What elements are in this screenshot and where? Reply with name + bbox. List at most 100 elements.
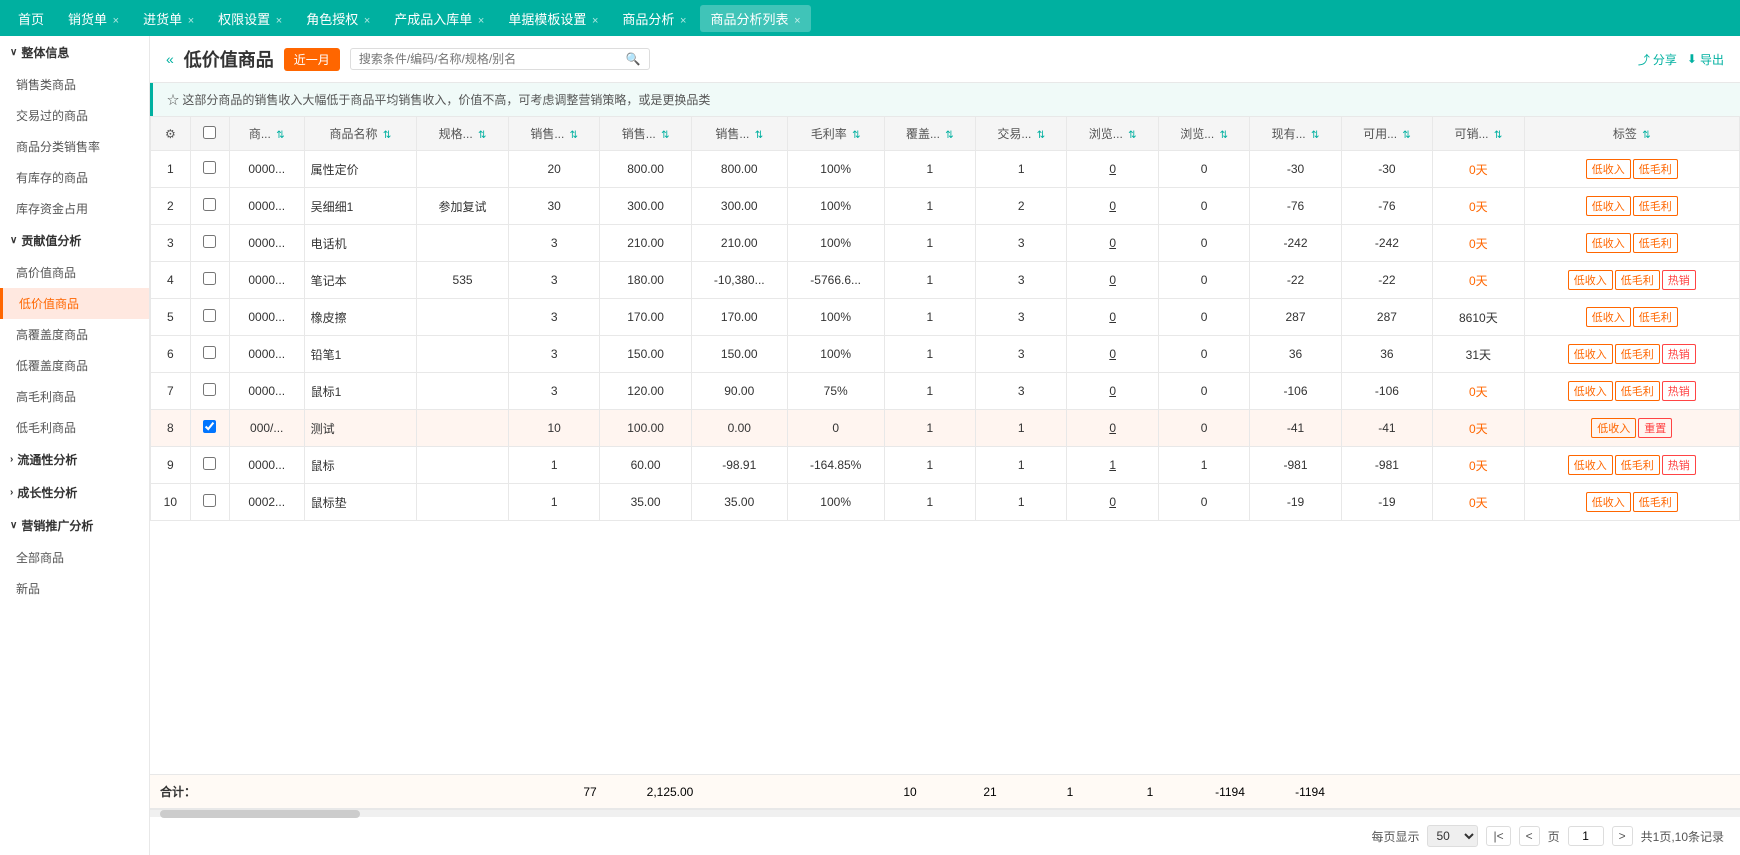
browse-link[interactable]: 0: [1109, 421, 1116, 435]
cell-browse1[interactable]: 0: [1067, 188, 1158, 225]
cell-browse1[interactable]: 0: [1067, 299, 1158, 336]
collapse-sidebar-button[interactable]: «: [166, 51, 174, 67]
sidebar-item-category-sales[interactable]: 商品分类销售率: [0, 131, 149, 162]
cell-checkbox[interactable]: [190, 151, 229, 188]
nav-home[interactable]: 首页: [8, 5, 54, 32]
select-all-checkbox[interactable]: [203, 126, 216, 139]
nav-analysis-list[interactable]: 商品分析列表 ×: [700, 5, 810, 32]
th-s2[interactable]: 销售... ⇅: [600, 117, 691, 151]
sidebar-group-growth-title[interactable]: › 成长性分析: [0, 476, 149, 509]
th-cover[interactable]: 覆盖... ⇅: [884, 117, 975, 151]
cell-checkbox[interactable]: [190, 188, 229, 225]
sidebar-item-all-products[interactable]: 全部商品: [0, 542, 149, 573]
cell-checkbox[interactable]: [190, 484, 229, 521]
sidebar-item-stock-capital[interactable]: 库存资金占用: [0, 193, 149, 224]
cell-browse1[interactable]: 0: [1067, 225, 1158, 262]
row-checkbox[interactable]: [203, 457, 216, 470]
sidebar-item-low-coverage[interactable]: 低覆盖度商品: [0, 350, 149, 381]
search-icon[interactable]: 🔍: [626, 52, 641, 66]
cell-checkbox[interactable]: [190, 262, 229, 299]
sidebar-item-stock-products[interactable]: 有库存的商品: [0, 162, 149, 193]
cell-browse1[interactable]: 1: [1067, 447, 1158, 484]
th-name[interactable]: 商品名称 ⇅: [304, 117, 417, 151]
filter-period-button[interactable]: 近一月: [284, 48, 340, 71]
row-checkbox[interactable]: [203, 383, 216, 396]
th-tags[interactable]: 标签 ⇅: [1524, 117, 1739, 151]
sidebar-item-high-margin[interactable]: 高毛利商品: [0, 381, 149, 412]
share-button[interactable]: ⤴ 分享: [1638, 51, 1677, 68]
cell-checkbox[interactable]: [190, 336, 229, 373]
browse-link[interactable]: 0: [1109, 347, 1116, 361]
export-button[interactable]: ⬇ 导出: [1687, 51, 1724, 68]
cell-checkbox[interactable]: [190, 299, 229, 336]
th-settings[interactable]: ⚙: [151, 117, 191, 151]
th-stock2[interactable]: 可用... ⇅: [1341, 117, 1432, 151]
th-checkbox[interactable]: [190, 117, 229, 151]
sidebar-group-overall-title[interactable]: ∨ 整体信息: [0, 36, 149, 69]
page-input[interactable]: [1568, 826, 1604, 846]
cell-s1: 3: [508, 225, 599, 262]
sidebar-group-circulation-title[interactable]: › 流通性分析: [0, 443, 149, 476]
nav-roles[interactable]: 角色授权 ×: [296, 5, 380, 32]
sidebar-item-high-value[interactable]: 高价值商品: [0, 257, 149, 288]
cell-checkbox[interactable]: [190, 410, 229, 447]
nav-sales[interactable]: 销货单 ×: [58, 5, 129, 32]
th-browse1[interactable]: 浏览... ⇅: [1067, 117, 1158, 151]
browse-link[interactable]: 0: [1109, 384, 1116, 398]
cell-code: 0000...: [229, 262, 304, 299]
page-label: 页: [1548, 828, 1560, 845]
sidebar-item-traded[interactable]: 交易过的商品: [0, 100, 149, 131]
search-input[interactable]: [359, 52, 622, 66]
row-checkbox[interactable]: [203, 198, 216, 211]
row-checkbox[interactable]: [203, 235, 216, 248]
sidebar-item-low-margin[interactable]: 低毛利商品: [0, 412, 149, 443]
browse-link[interactable]: 1: [1109, 458, 1116, 472]
th-s1[interactable]: 销售... ⇅: [508, 117, 599, 151]
th-browse2[interactable]: 浏览... ⇅: [1158, 117, 1249, 151]
sidebar-item-low-value[interactable]: 低价值商品: [0, 288, 149, 319]
nav-analysis[interactable]: 商品分析 ×: [612, 5, 696, 32]
nav-purchase[interactable]: 进货单 ×: [133, 5, 204, 32]
th-spec[interactable]: 规格... ⇅: [417, 117, 509, 151]
cell-browse1[interactable]: 0: [1067, 336, 1158, 373]
row-checkbox[interactable]: [203, 161, 216, 174]
row-checkbox[interactable]: [203, 272, 216, 285]
cell-browse1[interactable]: 0: [1067, 262, 1158, 299]
row-checkbox[interactable]: [203, 494, 216, 507]
cell-s2: 170.00: [600, 299, 691, 336]
th-s3[interactable]: 销售... ⇅: [691, 117, 787, 151]
first-page-button[interactable]: |<: [1486, 826, 1510, 846]
cell-checkbox[interactable]: [190, 225, 229, 262]
th-code[interactable]: 商... ⇅: [229, 117, 304, 151]
browse-link[interactable]: 0: [1109, 162, 1116, 176]
row-checkbox[interactable]: [203, 309, 216, 322]
cell-checkbox[interactable]: [190, 447, 229, 484]
sidebar-item-high-coverage[interactable]: 高覆盖度商品: [0, 319, 149, 350]
next-page-button[interactable]: >: [1612, 826, 1633, 846]
browse-link[interactable]: 0: [1109, 236, 1116, 250]
nav-products[interactable]: 产成品入库单 ×: [384, 5, 494, 32]
nav-permissions[interactable]: 权限设置 ×: [208, 5, 292, 32]
sidebar-group-marketing-title[interactable]: ∨ 营销推广分析: [0, 509, 149, 542]
th-stock3[interactable]: 可销... ⇅: [1433, 117, 1524, 151]
cell-browse1[interactable]: 0: [1067, 373, 1158, 410]
nav-templates[interactable]: 单据模板设置 ×: [498, 5, 608, 32]
per-page-select[interactable]: 50 100 200: [1427, 825, 1478, 847]
cell-checkbox[interactable]: [190, 373, 229, 410]
browse-link[interactable]: 0: [1109, 495, 1116, 509]
browse-link[interactable]: 0: [1109, 310, 1116, 324]
cell-browse1[interactable]: 0: [1067, 484, 1158, 521]
prev-page-button[interactable]: <: [1519, 826, 1540, 846]
row-checkbox[interactable]: [203, 420, 216, 433]
sidebar-item-sales-products[interactable]: 销售类商品: [0, 69, 149, 100]
row-checkbox[interactable]: [203, 346, 216, 359]
browse-link[interactable]: 0: [1109, 273, 1116, 287]
th-stock1[interactable]: 现有... ⇅: [1250, 117, 1341, 151]
cell-browse1[interactable]: 0: [1067, 410, 1158, 447]
browse-link[interactable]: 0: [1109, 199, 1116, 213]
sidebar-group-contribution-title[interactable]: ∨ 贡献值分析: [0, 224, 149, 257]
th-trade[interactable]: 交易... ⇅: [976, 117, 1067, 151]
th-gross[interactable]: 毛利率 ⇅: [787, 117, 884, 151]
sidebar-item-new-products[interactable]: 新品: [0, 573, 149, 604]
cell-browse1[interactable]: 0: [1067, 151, 1158, 188]
